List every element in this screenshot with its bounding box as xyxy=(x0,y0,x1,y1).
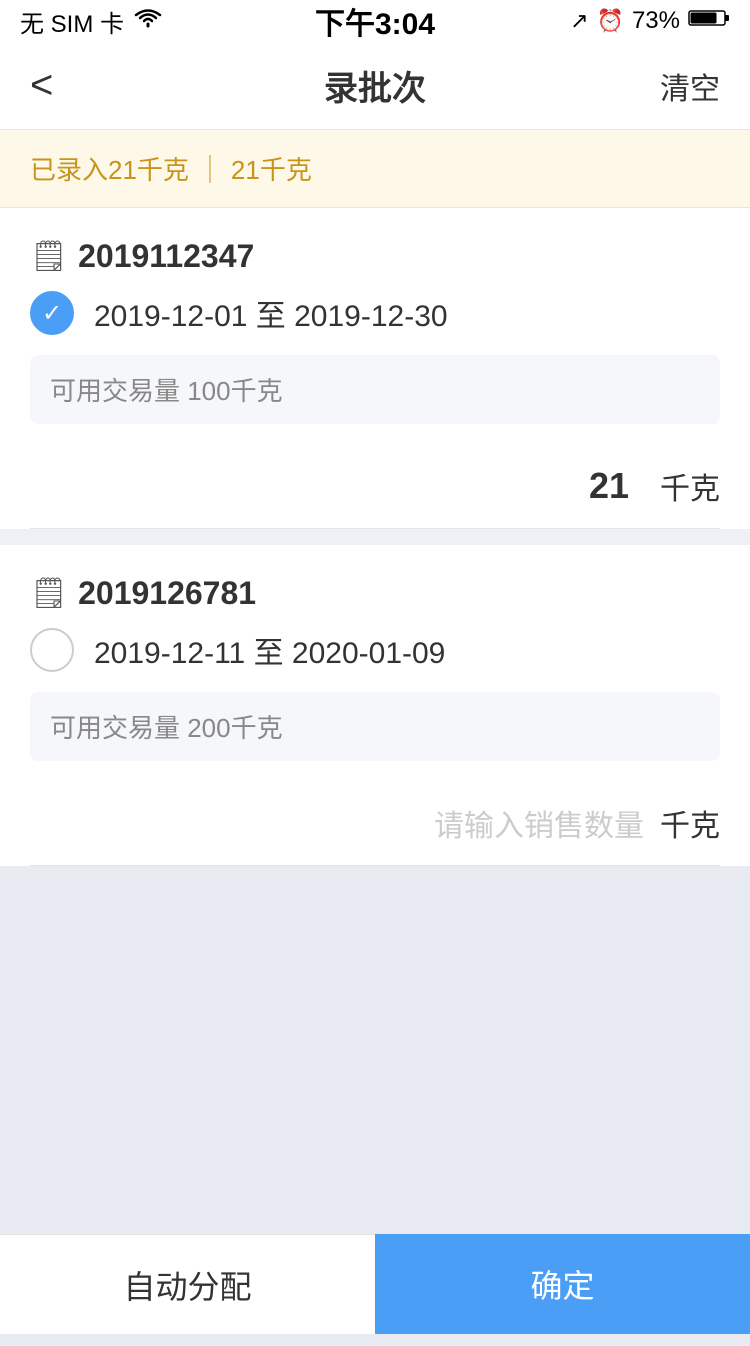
location-icon: ↗ xyxy=(570,8,588,34)
page-title: 录批次 xyxy=(324,61,426,110)
batch1-qty-row: 千克 xyxy=(30,444,720,529)
nav-bar: < 录批次 清空 xyxy=(0,42,750,130)
alarm-icon: ⏰ xyxy=(597,8,624,34)
card-separator xyxy=(0,529,750,545)
batch2-qty-row: 请输入销售数量 千克 xyxy=(30,781,720,866)
batch1-date-row: ✓ 2019-12-01 至 2019-12-30 xyxy=(30,291,720,335)
banner-divider xyxy=(209,155,211,183)
batch2-available-box: 可用交易量 200千克 xyxy=(30,692,720,761)
batch2-date: 2019-12-11 至 2020-01-09 xyxy=(94,628,445,672)
batch1-radio[interactable]: ✓ xyxy=(30,291,74,335)
batch2-available-text: 可用交易量 200千克 xyxy=(50,713,283,743)
info-banner: 已录入21千克 21千克 xyxy=(0,130,750,208)
batch2-header: 🗒 2019126781 xyxy=(30,575,720,612)
batch2-icon: 🗒 xyxy=(30,576,68,611)
status-left: 无 SIM 卡 xyxy=(20,4,162,39)
batch2-date-row: 2019-12-11 至 2020-01-09 xyxy=(30,628,720,672)
status-right: ↗ ⏰ 73% xyxy=(570,7,730,35)
batch1-available-text: 可用交易量 100千克 xyxy=(50,376,283,406)
batch2-unit: 千克 xyxy=(660,801,720,845)
batch2-number: 2019126781 xyxy=(78,575,256,612)
batch1-qty-input[interactable] xyxy=(524,465,644,507)
bottom-buttons: 自动分配 确定 xyxy=(0,1234,750,1334)
batch1-header: 🗒 2019112347 xyxy=(30,238,720,275)
total-qty-label: 21千克 xyxy=(231,150,312,187)
batch1-date: 2019-12-01 至 2019-12-30 xyxy=(94,291,448,335)
batch2-radio[interactable] xyxy=(30,628,74,672)
batch1-card: 🗒 2019112347 ✓ 2019-12-01 至 2019-12-30 可… xyxy=(0,208,750,529)
clear-button[interactable]: 清空 xyxy=(660,64,720,108)
wifi-icon xyxy=(134,7,162,35)
battery-icon xyxy=(688,7,730,35)
carrier-text: 无 SIM 卡 xyxy=(20,4,124,39)
battery-text: 73% xyxy=(632,7,680,35)
batch1-icon: 🗒 xyxy=(30,239,68,274)
back-button[interactable]: < xyxy=(30,63,53,108)
status-bar: 无 SIM 卡 下午3:04 ↗ ⏰ 73% xyxy=(0,0,750,42)
batch2-qty-placeholder: 请输入销售数量 xyxy=(30,801,644,845)
checkmark-icon: ✓ xyxy=(42,299,62,328)
batch2-card: 🗒 2019126781 2019-12-11 至 2020-01-09 可用交… xyxy=(0,545,750,866)
batch1-available-box: 可用交易量 100千克 xyxy=(30,355,720,424)
confirm-button[interactable]: 确定 xyxy=(375,1234,750,1334)
batch1-number: 2019112347 xyxy=(78,238,254,275)
recorded-qty-label: 已录入21千克 xyxy=(30,150,189,187)
status-time: 下午3:04 xyxy=(315,0,435,43)
auto-distribute-button[interactable]: 自动分配 xyxy=(0,1234,375,1334)
batch1-unit: 千克 xyxy=(660,464,720,508)
